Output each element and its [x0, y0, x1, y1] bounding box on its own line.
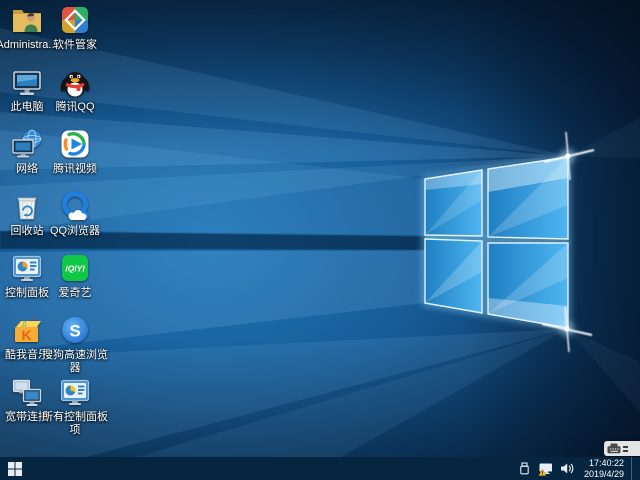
sogou-browser-icon: S — [59, 314, 91, 346]
desktop-icon-label: QQ浏览器 — [39, 225, 111, 238]
desktop-icon-label: 腾讯视频 — [39, 163, 111, 176]
desktop-icon-iqiyi[interactable]: iQIYI 爱奇艺 — [51, 252, 99, 314]
tray-clock[interactable]: 17:40:22 2019/4/29 — [581, 458, 624, 479]
control-panel-icon — [11, 252, 43, 284]
volume-icon[interactable] — [560, 462, 574, 475]
desktop-icon-all-control-panel-items[interactable]: 所有控制面板项 — [51, 376, 99, 438]
desktop-icon-qq-browser[interactable]: QQ浏览器 — [51, 190, 99, 252]
ime-statusbar[interactable] — [604, 441, 640, 456]
keyboard-icon — [607, 443, 621, 454]
recycle-bin-icon — [11, 190, 43, 222]
desktop-icon-administrator[interactable]: Administra... — [3, 4, 51, 66]
desktop-icon-grid: Administra... 此电脑 网络 — [3, 4, 99, 438]
start-button[interactable] — [0, 457, 30, 480]
desktop-icon-software-manager[interactable]: 软件管家 — [51, 4, 99, 66]
svg-text:S: S — [69, 322, 80, 341]
desktop-icon-label: 软件管家 — [39, 39, 111, 52]
desktop-icon-label: 爱奇艺 — [39, 287, 111, 300]
tencent-video-icon — [59, 128, 91, 160]
desktop-icon-recycle-bin[interactable]: 回收站 — [3, 190, 51, 252]
desktop-icon-this-pc[interactable]: 此电脑 — [3, 66, 51, 128]
usb-device-icon[interactable] — [518, 462, 531, 475]
tencent-qq-icon — [59, 66, 91, 98]
software-manager-icon — [59, 4, 91, 36]
desktop[interactable]: Administra... 此电脑 网络 — [0, 0, 640, 480]
desktop-icon-sogou-browser[interactable]: S 搜狗高速浏览器 — [51, 314, 99, 376]
desktop-icon-tencent-qq[interactable]: 腾讯QQ — [51, 66, 99, 128]
network-warning-icon[interactable] — [538, 462, 553, 476]
svg-text:♪: ♪ — [32, 316, 36, 323]
desktop-icon-label: 搜狗高速浏览器 — [39, 349, 111, 375]
taskbar-empty-area[interactable] — [30, 457, 518, 480]
desktop-icon-control-panel[interactable]: 控制面板 — [3, 252, 51, 314]
show-desktop-button[interactable] — [631, 457, 637, 480]
kuwo-music-icon: K ♫ ♪ — [11, 314, 43, 346]
all-control-panel-items-icon — [59, 376, 91, 408]
desktop-icon-network[interactable]: 网络 — [3, 128, 51, 190]
windows-logo-icon — [8, 462, 22, 476]
network-icon — [11, 128, 43, 160]
ime-menu-icon[interactable] — [623, 446, 628, 452]
qq-browser-icon — [59, 190, 91, 222]
taskbar: 17:40:22 2019/4/29 — [0, 457, 640, 480]
this-pc-icon — [11, 66, 43, 98]
svg-text:iQIYI: iQIYI — [65, 264, 85, 274]
tray-date: 2019/4/29 — [584, 469, 624, 480]
desktop-icon-label: 腾讯QQ — [39, 101, 111, 114]
svg-text:♫: ♫ — [21, 319, 28, 329]
system-tray: 17:40:22 2019/4/29 — [518, 457, 640, 480]
user-folder-icon — [11, 4, 43, 36]
desktop-icon-tencent-video[interactable]: 腾讯视频 — [51, 128, 99, 190]
iqiyi-icon: iQIYI — [59, 252, 91, 284]
tray-time: 17:40:22 — [584, 458, 624, 469]
broadband-connection-icon — [11, 376, 43, 408]
desktop-icon-label: 所有控制面板项 — [39, 411, 111, 437]
svg-text:K: K — [21, 327, 31, 343]
